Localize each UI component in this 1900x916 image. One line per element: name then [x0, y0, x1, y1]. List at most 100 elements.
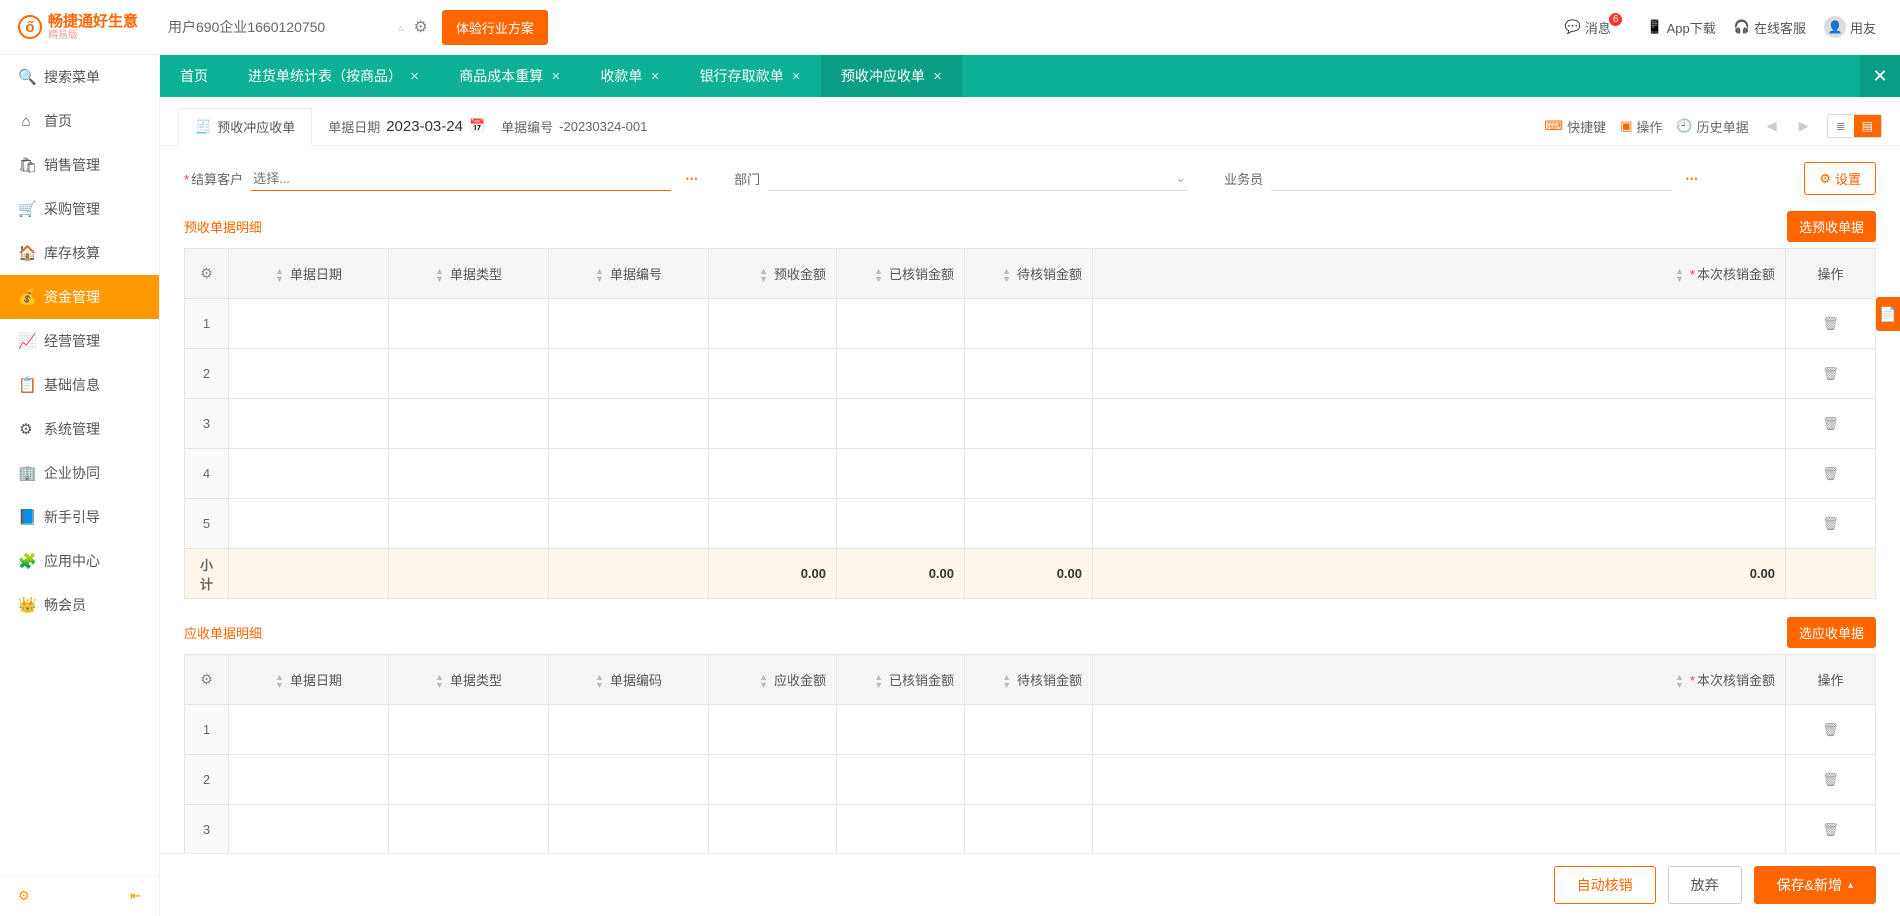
customer-service-link[interactable]: 🎧 在线客服	[1734, 18, 1806, 37]
col-pend[interactable]: ▲▼待核销金额	[965, 655, 1093, 705]
col-amt[interactable]: ▲▼预收金额	[709, 249, 837, 299]
sidebar-icon: 👑	[18, 596, 34, 614]
sidebar-item-8[interactable]: ⚙系统管理	[0, 407, 159, 451]
clerk-picker-icon[interactable]: ⋯	[1685, 171, 1698, 187]
close-icon[interactable]: ✕	[933, 70, 942, 83]
sidebar-icon: 📋	[18, 376, 34, 394]
table-row[interactable]: 2🗑	[185, 349, 1876, 399]
delete-row-icon[interactable]: 🗑	[1786, 299, 1876, 349]
sidebar-item-7[interactable]: 📋基础信息	[0, 363, 159, 407]
app-download-link[interactable]: 📱 App下载	[1646, 18, 1715, 37]
customer-picker-icon[interactable]: ⋯	[685, 171, 698, 187]
close-icon[interactable]: ✕	[551, 70, 560, 83]
col-type[interactable]: ▲▼单据类型	[389, 655, 549, 705]
calendar-icon[interactable]: 📅	[469, 118, 485, 134]
sidebar-item-4[interactable]: 🏠库存核算	[0, 231, 159, 275]
sidebar-item-12[interactable]: 👑畅会员	[0, 583, 159, 627]
user-menu[interactable]: 👤 用友	[1824, 16, 1876, 38]
table-row[interactable]: 1🗑	[185, 705, 1876, 755]
customer-input[interactable]	[251, 167, 671, 191]
col-cur[interactable]: ▲▼*本次核销金额	[1093, 249, 1786, 299]
tab-0[interactable]: 首页	[160, 55, 228, 97]
sidebar-item-2[interactable]: 🛍销售管理	[0, 143, 159, 187]
pick-prepay-button[interactable]: 选预收单据	[1787, 211, 1876, 242]
delete-row-icon[interactable]: 🗑	[1786, 399, 1876, 449]
table-row[interactable]: 2🗑	[185, 755, 1876, 805]
delete-row-icon[interactable]: 🗑	[1786, 499, 1876, 549]
sidebar-settings-icon[interactable]: ⚙	[18, 888, 30, 904]
table-row[interactable]: 3🗑	[185, 399, 1876, 449]
auto-writeoff-button[interactable]: 自动核销	[1554, 866, 1656, 904]
discard-button[interactable]: 放弃	[1668, 866, 1742, 904]
view-list-icon[interactable]: ≣	[1828, 115, 1854, 137]
try-industry-button[interactable]: 体验行业方案	[442, 10, 548, 45]
close-icon[interactable]: ✕	[410, 70, 419, 83]
sidebar-item-0[interactable]: 🔍搜索菜单	[0, 55, 159, 99]
sidebar-collapse-icon[interactable]: ⇤	[130, 888, 141, 904]
sidebar-icon: 📘	[18, 508, 34, 526]
next-doc-icon[interactable]: ▶	[1795, 118, 1813, 134]
delete-row-icon[interactable]: 🗑	[1786, 705, 1876, 755]
sidebar-item-6[interactable]: 📈经营管理	[0, 319, 159, 363]
table-row[interactable]: 3🗑	[185, 805, 1876, 855]
messages-link[interactable]: 💬 消息 6	[1565, 18, 1629, 37]
settings-button[interactable]: ⚙设置	[1804, 162, 1876, 195]
operate-button[interactable]: ▣操作	[1620, 117, 1662, 136]
doc-date-value[interactable]: 2023-03-24	[386, 118, 463, 135]
grid-settings-icon[interactable]: ⚙	[185, 655, 229, 705]
clerk-input[interactable]	[1271, 167, 1671, 191]
sidebar-item-1[interactable]: ⌂首页	[0, 99, 159, 143]
close-icon[interactable]: ✕	[650, 70, 659, 83]
sidebar-item-11[interactable]: 🧩应用中心	[0, 539, 159, 583]
org-settings-icon[interactable]: ⚙	[414, 17, 428, 37]
sidebar-item-5[interactable]: 💰资金管理	[0, 275, 159, 319]
col-type[interactable]: ▲▼单据类型	[389, 249, 549, 299]
col-pend[interactable]: ▲▼待核销金额	[965, 249, 1093, 299]
logo: ő 畅捷通好生意 精易版	[0, 14, 160, 41]
tab-4[interactable]: 银行存取款单 ✕	[680, 55, 821, 97]
prepay-grid: ⚙ ▲▼单据日期 ▲▼单据类型 ▲▼单据编号 ▲▼预收金额 ▲▼已核销金额 ▲▼…	[184, 248, 1876, 599]
sidebar-item-3[interactable]: 🛒采购管理	[0, 187, 159, 231]
tab-label: 银行存取款单	[700, 66, 784, 86]
col-code[interactable]: ▲▼单据编码	[549, 655, 709, 705]
col-code[interactable]: ▲▼单据编号	[549, 249, 709, 299]
tab-1[interactable]: 进货单统计表（按商品）✕	[228, 55, 439, 97]
tab-2[interactable]: 商品成本重算✕	[439, 55, 580, 97]
gear-icon: ⚙	[1819, 171, 1831, 187]
table-row[interactable]: 5🗑	[185, 499, 1876, 549]
prev-doc-icon[interactable]: ◀	[1763, 118, 1781, 134]
col-amt[interactable]: ▲▼应收金额	[709, 655, 837, 705]
table-row[interactable]: 4🗑	[185, 449, 1876, 499]
grid-settings-icon[interactable]: ⚙	[185, 249, 229, 299]
sidebar-item-10[interactable]: 📘新手引导	[0, 495, 159, 539]
shortcut-button[interactable]: ⌨快捷键	[1544, 117, 1606, 136]
delete-row-icon[interactable]: 🗑	[1786, 349, 1876, 399]
col-date[interactable]: ▲▼单据日期	[229, 249, 389, 299]
tab-3[interactable]: 收款单✕	[580, 55, 679, 97]
view-card-icon[interactable]: ▤	[1854, 115, 1881, 137]
tabs-close-all-icon[interactable]: ✕	[1860, 55, 1900, 97]
table-row[interactable]: 1🗑	[185, 299, 1876, 349]
col-date[interactable]: ▲▼单据日期	[229, 655, 389, 705]
tab-5[interactable]: 预收冲应收单✕	[821, 55, 962, 97]
col-ver[interactable]: ▲▼已核销金额	[837, 655, 965, 705]
col-cur[interactable]: ▲▼*本次核销金额	[1093, 655, 1786, 705]
col-ver[interactable]: ▲▼已核销金额	[837, 249, 965, 299]
sidebar-item-label: 销售管理	[44, 155, 100, 175]
delete-row-icon[interactable]: 🗑	[1786, 449, 1876, 499]
delete-row-icon[interactable]: 🗑	[1786, 805, 1876, 855]
sidebar-icon: 💰	[18, 288, 34, 306]
org-selector[interactable]: 用户690企业1660120750 ▵	[168, 17, 414, 37]
form-row: *结算客户 ⋯ 部门 ⌄ 业务员 ⋯ ⚙设置	[160, 146, 1900, 203]
right-edge-tab-icon[interactable]: 📄	[1876, 297, 1900, 331]
close-icon[interactable]: ✕	[792, 70, 801, 83]
delete-row-icon[interactable]: 🗑	[1786, 755, 1876, 805]
dept-select[interactable]: ⌄	[768, 166, 1188, 191]
pick-receivable-button[interactable]: 选应收单据	[1787, 617, 1876, 648]
save-and-new-button[interactable]: 保存&新增▴	[1754, 866, 1876, 904]
tab-label: 首页	[180, 66, 208, 86]
sidebar-item-9[interactable]: 🏢企业协同	[0, 451, 159, 495]
row-number: 4	[185, 449, 229, 499]
history-button[interactable]: 🕘历史单据	[1676, 117, 1748, 136]
header-right: 💬 消息 6 📱 App下载 🎧 在线客服 👤 用友	[1565, 16, 1900, 38]
